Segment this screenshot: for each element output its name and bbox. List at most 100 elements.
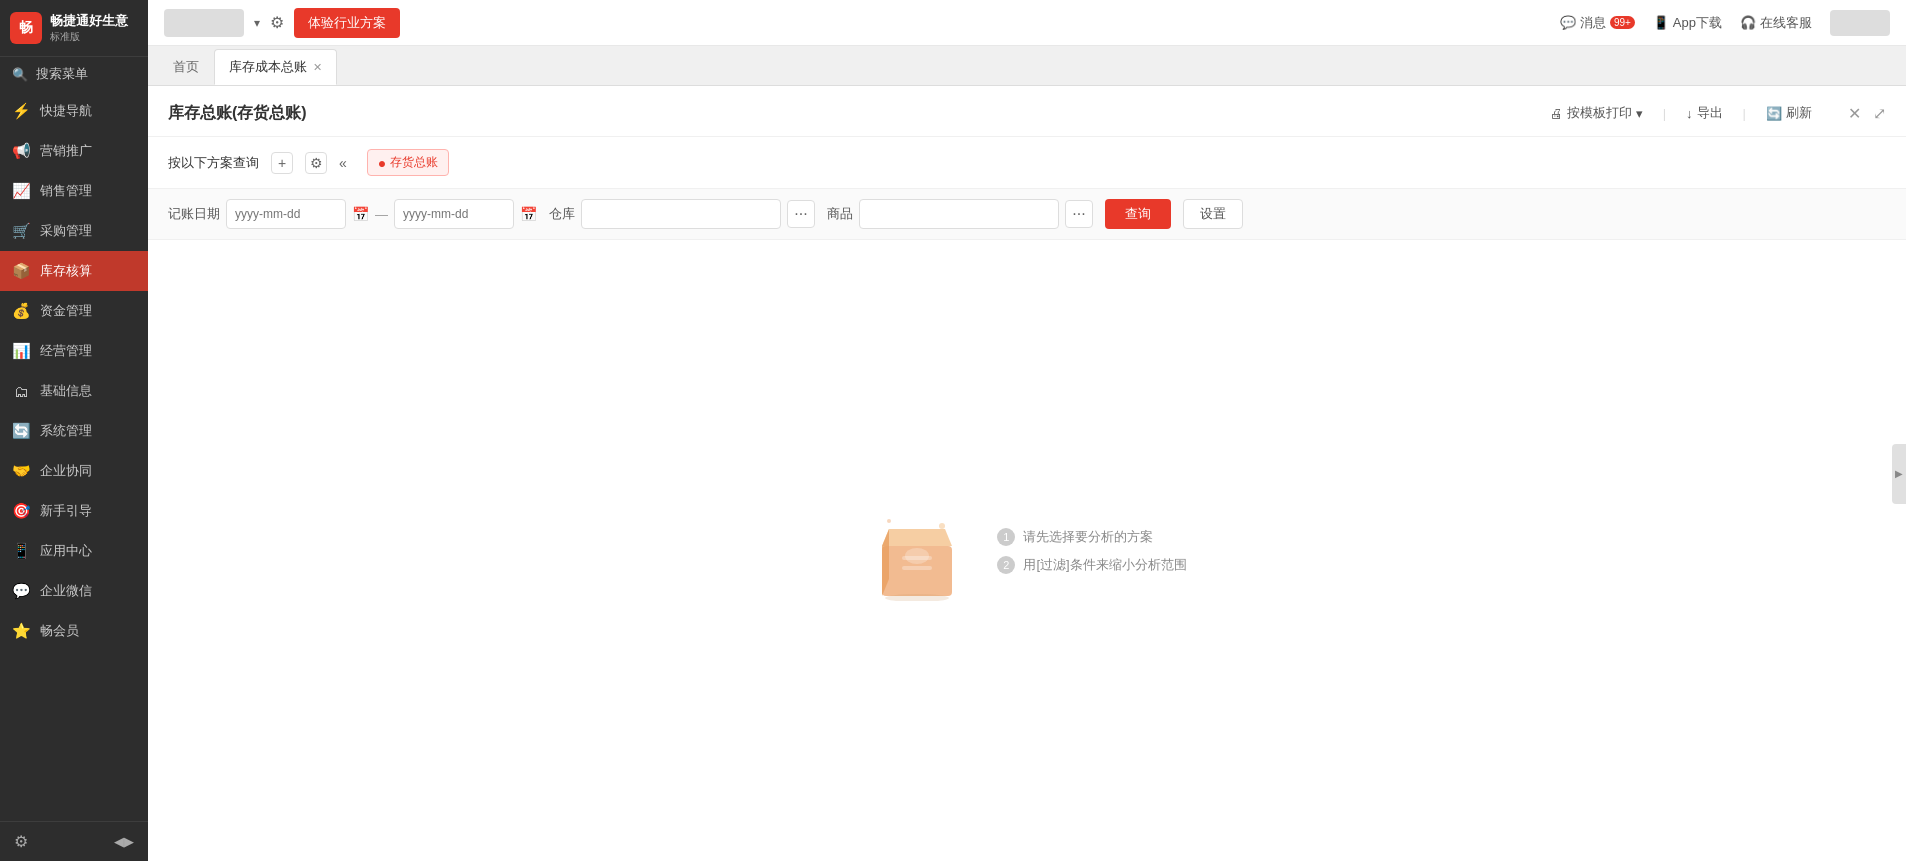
- empty-hint-1: 1 请先选择要分析的方案: [997, 528, 1186, 546]
- date-from-input[interactable]: [226, 199, 346, 229]
- content-area: 1 请先选择要分析的方案 2 用[过滤]条件来缩小分析范围: [148, 240, 1906, 861]
- message-icon: 💬: [1560, 15, 1576, 30]
- page-title: 库存总账(存货总账): [168, 103, 307, 124]
- message-action[interactable]: 💬 消息 99+: [1560, 14, 1635, 32]
- app-logo-icon: 畅: [10, 12, 42, 44]
- sidebar-item-guide[interactable]: 🎯 新手引导: [0, 491, 148, 531]
- settings-btn[interactable]: 设置: [1183, 199, 1243, 229]
- svg-point-8: [887, 519, 891, 523]
- sidebar-item-sales[interactable]: 📈 销售管理: [0, 171, 148, 211]
- filter-collapse-btn[interactable]: «: [339, 155, 347, 171]
- topbar-gear-icon[interactable]: ⚙: [270, 13, 284, 32]
- sidebar-item-basic[interactable]: 🗂 基础信息: [0, 371, 148, 411]
- filter-area: 按以下方案查询 + ⚙ « ● 存货总账: [148, 137, 1906, 189]
- cal-to-icon[interactable]: 📅: [520, 206, 537, 222]
- scheme-icon: ●: [378, 155, 386, 171]
- svg-marker-1: [882, 529, 952, 546]
- sidebar-item-label: 销售管理: [40, 182, 92, 200]
- cooperation-icon: 🤝: [12, 462, 30, 480]
- sidebar-menu: ⚡ 快捷导航 📢 营销推广 📈 销售管理 🛒 采购管理 📦 库存核算 💰 资金管…: [0, 91, 148, 821]
- collapse-footer-icon[interactable]: ◀▶: [114, 834, 134, 849]
- app-download-label: App下载: [1673, 14, 1722, 32]
- sidebar-logo: 畅 畅捷通好生意 标准版: [0, 0, 148, 57]
- sidebar: 畅 畅捷通好生意 标准版 🔍 搜索菜单 ⚡ 快捷导航 📢 营销推广 📈 销售管理…: [0, 0, 148, 861]
- date-to-input[interactable]: [394, 199, 514, 229]
- sidebar-item-wechat[interactable]: 💬 企业微信: [0, 571, 148, 611]
- page-container: 库存总账(存货总账) 🖨 按模板打印 ▾ | ↓ 导出 | 🔄 刷新: [148, 86, 1906, 861]
- sidebar-item-label: 快捷导航: [40, 102, 92, 120]
- product-input[interactable]: [859, 199, 1059, 229]
- inventory-icon: 📦: [12, 262, 30, 280]
- message-badge: 99+: [1610, 16, 1635, 29]
- sidebar-item-system[interactable]: 🔄 系统管理: [0, 411, 148, 451]
- sidebar-item-marketing[interactable]: 📢 营销推广: [0, 131, 148, 171]
- tab-close-icon[interactable]: ✕: [313, 62, 322, 73]
- app-brand: 畅捷通好生意: [50, 13, 128, 30]
- sidebar-item-app-center[interactable]: 📱 应用中心: [0, 531, 148, 571]
- main-content: ▾ ⚙ 体验行业方案 💬 消息 99+ 📱 App下载 🎧 在线客服 首页: [148, 0, 1906, 861]
- download-icon: 📱: [1653, 15, 1669, 30]
- panel-close-btn[interactable]: ✕: [1848, 104, 1861, 123]
- scheme-tag[interactable]: ● 存货总账: [367, 149, 449, 176]
- hint-2-num: 2: [997, 556, 1015, 574]
- topbar-actions: 💬 消息 99+ 📱 App下载 🎧 在线客服: [1560, 10, 1890, 36]
- sidebar-item-inventory[interactable]: 📦 库存核算: [0, 251, 148, 291]
- svg-rect-4: [902, 556, 932, 560]
- warehouse-input[interactable]: [581, 199, 781, 229]
- sidebar-item-label: 采购管理: [40, 222, 92, 240]
- sidebar-item-label: 企业微信: [40, 582, 92, 600]
- refresh-icon: 🔄: [1766, 106, 1782, 121]
- sidebar-item-label: 系统管理: [40, 422, 92, 440]
- tab-home[interactable]: 首页: [158, 49, 214, 85]
- topbar-dropdown-icon[interactable]: ▾: [254, 16, 260, 30]
- industry-btn[interactable]: 体验行业方案: [294, 8, 400, 38]
- sidebar-item-label: 库存核算: [40, 262, 92, 280]
- guide-icon: 🎯: [12, 502, 30, 520]
- search-icon: 🔍: [12, 67, 28, 82]
- sidebar-item-quick-nav[interactable]: ⚡ 快捷导航: [0, 91, 148, 131]
- online-service-label: 在线客服: [1760, 14, 1812, 32]
- panel-expand-btn[interactable]: ⤢: [1873, 104, 1886, 123]
- export-icon: ↓: [1686, 106, 1693, 121]
- sidebar-search[interactable]: 🔍 搜索菜单: [0, 57, 148, 91]
- page-header: 库存总账(存货总账) 🖨 按模板打印 ▾ | ↓ 导出 | 🔄 刷新: [148, 86, 1906, 137]
- hint-1-num: 1: [997, 528, 1015, 546]
- header-divider: |: [1663, 106, 1666, 121]
- tabbar: 首页 库存成本总账 ✕: [148, 46, 1906, 86]
- empty-hint-2: 2 用[过滤]条件来缩小分析范围: [997, 556, 1186, 574]
- sidebar-item-label: 基础信息: [40, 382, 92, 400]
- sidebar-item-label: 应用中心: [40, 542, 92, 560]
- export-btn[interactable]: ↓ 导出: [1678, 100, 1731, 126]
- sidebar-search-label: 搜索菜单: [36, 65, 88, 83]
- settings-footer-icon[interactable]: ⚙: [14, 832, 28, 851]
- warehouse-more-btn[interactable]: ···: [787, 200, 815, 228]
- refresh-btn[interactable]: 🔄 刷新: [1758, 100, 1820, 126]
- filter-setting-btn[interactable]: ⚙: [305, 152, 327, 174]
- right-panel-handle[interactable]: ▶: [1892, 444, 1906, 504]
- sidebar-item-finance[interactable]: 💰 资金管理: [0, 291, 148, 331]
- filter-add-btn[interactable]: +: [271, 152, 293, 174]
- online-service-action[interactable]: 🎧 在线客服: [1740, 14, 1812, 32]
- page-header-actions: 🖨 按模板打印 ▾ | ↓ 导出 | 🔄 刷新 ✕ ⤢: [1542, 100, 1886, 126]
- print-dropdown-icon: ▾: [1636, 106, 1643, 121]
- right-panel-icon: ▶: [1895, 468, 1903, 479]
- warehouse-field-group: 仓库 ···: [549, 199, 815, 229]
- product-field-group: 商品 ···: [827, 199, 1093, 229]
- tab-inventory-ledger-label: 库存成本总账: [229, 58, 307, 76]
- print-icon: 🖨: [1550, 106, 1563, 121]
- warehouse-label: 仓库: [549, 205, 575, 223]
- date-field-group: 记账日期 📅 — 📅: [168, 199, 537, 229]
- search-btn[interactable]: 查询: [1105, 199, 1171, 229]
- sidebar-item-cooperation[interactable]: 🤝 企业协同: [0, 451, 148, 491]
- tab-inventory-ledger[interactable]: 库存成本总账 ✕: [214, 49, 337, 85]
- topbar: ▾ ⚙ 体验行业方案 💬 消息 99+ 📱 App下载 🎧 在线客服: [148, 0, 1906, 46]
- system-icon: 🔄: [12, 422, 30, 440]
- sidebar-item-operation[interactable]: 📊 经营管理: [0, 331, 148, 371]
- app-version: 标准版: [50, 30, 128, 43]
- product-more-btn[interactable]: ···: [1065, 200, 1093, 228]
- app-download-action[interactable]: 📱 App下载: [1653, 14, 1722, 32]
- sidebar-item-purchase[interactable]: 🛒 采购管理: [0, 211, 148, 251]
- sidebar-item-member[interactable]: ⭐ 畅会员: [0, 611, 148, 651]
- cal-from-icon[interactable]: 📅: [352, 206, 369, 222]
- print-btn[interactable]: 🖨 按模板打印 ▾: [1542, 100, 1651, 126]
